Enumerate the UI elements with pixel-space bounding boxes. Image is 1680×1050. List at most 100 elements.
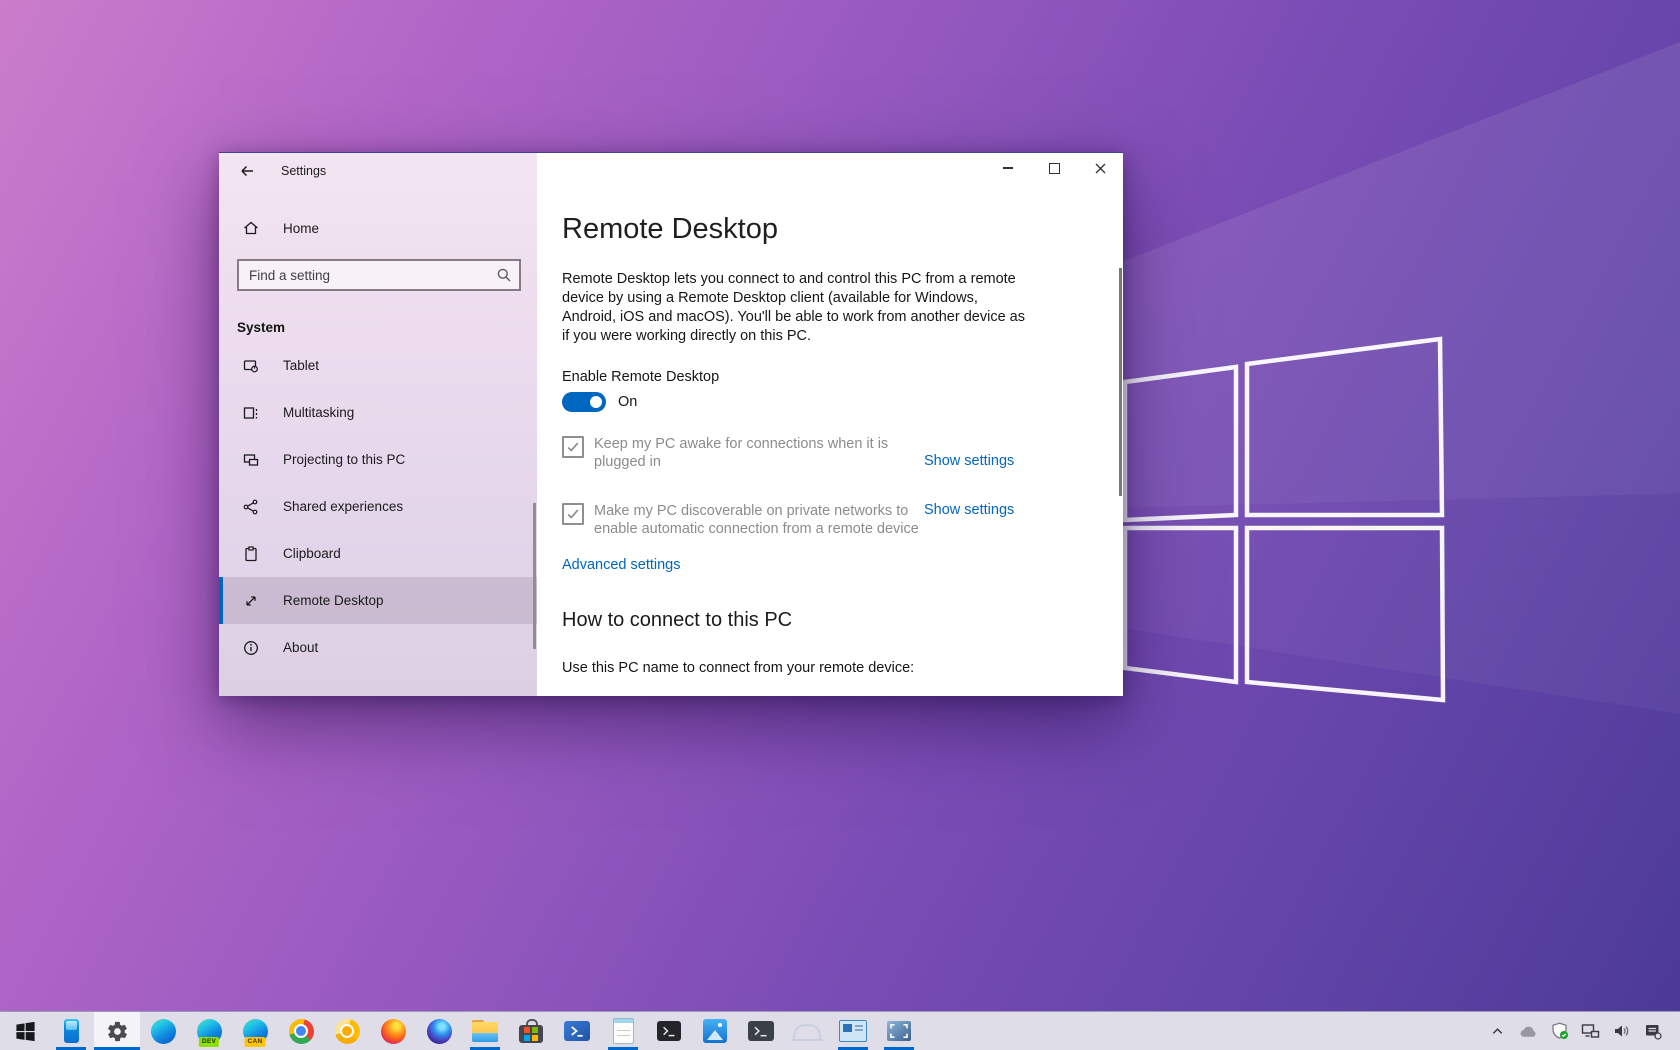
taskbar-chrome-button[interactable] bbox=[278, 1012, 324, 1050]
tablet-icon bbox=[243, 358, 259, 374]
sidebar: Settings Home System bbox=[219, 153, 537, 696]
taskbar-notepad-button[interactable] bbox=[600, 1012, 646, 1050]
sidebar-item-tablet[interactable]: Tablet bbox=[219, 342, 537, 389]
show-hidden-icons-button[interactable] bbox=[1482, 1012, 1513, 1050]
back-button[interactable] bbox=[237, 161, 257, 181]
windows-security-tray-button[interactable] bbox=[1544, 1012, 1575, 1050]
window-controls bbox=[562, 153, 1123, 183]
search-box bbox=[237, 259, 521, 291]
minimize-button[interactable] bbox=[985, 153, 1031, 183]
onedrive-tray-button[interactable] bbox=[1513, 1012, 1544, 1050]
volume-tray-button[interactable] bbox=[1606, 1012, 1637, 1050]
maximize-button[interactable] bbox=[1031, 153, 1077, 183]
file-explorer-icon bbox=[472, 1020, 498, 1042]
taskbar-firefox-button[interactable] bbox=[370, 1012, 416, 1050]
sidebar-item-home[interactable]: Home bbox=[219, 208, 537, 248]
window-title: Settings bbox=[281, 164, 326, 178]
taskbar-snip-sketch-button[interactable] bbox=[876, 1012, 922, 1050]
keep-awake-checkbox[interactable] bbox=[562, 436, 584, 458]
remote-desktop-toggle[interactable] bbox=[562, 392, 606, 412]
chevron-up-icon bbox=[1490, 1024, 1505, 1039]
close-button[interactable] bbox=[1077, 153, 1123, 183]
search-input[interactable] bbox=[247, 267, 496, 284]
sidebar-item-about[interactable]: About bbox=[219, 624, 537, 671]
security-shield-icon bbox=[1551, 1022, 1569, 1040]
sidebar-item-clipboard[interactable]: Clipboard bbox=[219, 530, 537, 577]
show-settings-link-discoverable[interactable]: Show settings bbox=[924, 502, 1014, 518]
taskbar-terminal-button[interactable] bbox=[738, 1012, 784, 1050]
taskbar-your-phone-button[interactable] bbox=[48, 1012, 94, 1050]
windows-terminal-icon bbox=[748, 1021, 774, 1041]
sidebar-home-label: Home bbox=[283, 221, 319, 236]
settings-content: Remote Desktop Remote Desktop lets you c… bbox=[537, 153, 1123, 696]
taskbar-firefox-nightly-button[interactable] bbox=[416, 1012, 462, 1050]
microsoft-store-icon bbox=[519, 1019, 543, 1043]
sidebar-item-multitasking[interactable]: Multitasking bbox=[219, 389, 537, 436]
command-prompt-icon bbox=[657, 1021, 681, 1041]
sidebar-item-label: Clipboard bbox=[283, 546, 341, 561]
sidebar-section-label: System bbox=[237, 320, 537, 335]
settings-window: Settings Home System bbox=[219, 152, 1123, 696]
firefox-icon bbox=[381, 1019, 406, 1044]
sidebar-item-projecting[interactable]: Projecting to this PC bbox=[219, 436, 537, 483]
how-to-connect-heading: How to connect to this PC bbox=[562, 607, 1123, 634]
pc-name-instruction: Use this PC name to connect from your re… bbox=[562, 660, 1123, 676]
chrome-icon bbox=[289, 1019, 314, 1044]
taskbar-edge-button[interactable] bbox=[140, 1012, 186, 1050]
taskbar-file-explorer-button[interactable] bbox=[462, 1012, 508, 1050]
taskbar-photos-button[interactable] bbox=[692, 1012, 738, 1050]
firefox-nightly-icon bbox=[427, 1019, 452, 1044]
taskbar-settings-button[interactable] bbox=[94, 1012, 140, 1050]
windows-start-icon bbox=[14, 1020, 37, 1043]
taskbar-apps: DEV CAN bbox=[2, 1012, 922, 1050]
edge-icon bbox=[151, 1019, 176, 1044]
search-icon bbox=[496, 267, 512, 283]
keep-awake-row: Keep my PC awake for connections when it… bbox=[562, 435, 1032, 471]
start-button[interactable] bbox=[2, 1012, 48, 1050]
action-center-icon bbox=[1644, 1022, 1662, 1040]
dome-app-icon bbox=[793, 1024, 821, 1039]
discoverable-checkbox[interactable] bbox=[562, 503, 584, 525]
titlebar: Settings bbox=[219, 153, 537, 189]
sidebar-item-label: Multitasking bbox=[283, 405, 354, 420]
maximize-icon bbox=[1049, 163, 1060, 174]
edge-dev-icon: DEV bbox=[197, 1019, 222, 1044]
taskbar-edge-canary-button[interactable]: CAN bbox=[232, 1012, 278, 1050]
onedrive-cloud-icon bbox=[1519, 1024, 1538, 1038]
taskbar: DEV CAN bbox=[0, 1011, 1680, 1050]
keep-awake-label: Keep my PC awake for connections when it… bbox=[594, 435, 924, 471]
edge-canary-icon: CAN bbox=[243, 1019, 268, 1044]
multitasking-icon bbox=[243, 405, 259, 421]
toggle-state-label: On bbox=[618, 394, 637, 410]
sidebar-item-label: Tablet bbox=[283, 358, 319, 373]
taskbar-media-app-button[interactable] bbox=[830, 1012, 876, 1050]
sidebar-nav: Tablet Multitasking Projecting to this P… bbox=[219, 342, 537, 671]
close-icon bbox=[1095, 163, 1106, 174]
taskbar-chrome-canary-button[interactable] bbox=[324, 1012, 370, 1050]
action-center-button[interactable] bbox=[1637, 1012, 1668, 1050]
clipboard-icon bbox=[243, 546, 259, 562]
content-scrollbar[interactable] bbox=[1119, 268, 1122, 496]
notepad-icon bbox=[613, 1018, 634, 1044]
sidebar-item-remote-desktop[interactable]: Remote Desktop bbox=[219, 577, 537, 624]
sidebar-item-label: About bbox=[283, 640, 318, 655]
sidebar-scrollbar[interactable] bbox=[533, 503, 536, 649]
sidebar-item-shared-experiences[interactable]: Shared experiences bbox=[219, 483, 537, 530]
sidebar-item-label: Projecting to this PC bbox=[283, 452, 405, 467]
advanced-settings-link[interactable]: Advanced settings bbox=[562, 557, 681, 573]
minimize-icon bbox=[1003, 167, 1013, 169]
your-phone-icon bbox=[64, 1019, 79, 1043]
shared-experiences-icon bbox=[243, 499, 259, 515]
taskbar-powershell-button[interactable] bbox=[554, 1012, 600, 1050]
photos-icon bbox=[703, 1019, 727, 1043]
about-icon bbox=[243, 640, 259, 656]
taskbar-store-button[interactable] bbox=[508, 1012, 554, 1050]
taskbar-dome-app-button[interactable] bbox=[784, 1012, 830, 1050]
show-settings-link-awake[interactable]: Show settings bbox=[924, 453, 1014, 469]
taskbar-cmd-button[interactable] bbox=[646, 1012, 692, 1050]
snip-sketch-icon bbox=[887, 1021, 911, 1041]
chrome-canary-icon bbox=[335, 1019, 360, 1044]
taskbar-edge-dev-button[interactable]: DEV bbox=[186, 1012, 232, 1050]
media-app-icon bbox=[839, 1020, 867, 1042]
network-tray-button[interactable] bbox=[1575, 1012, 1606, 1050]
